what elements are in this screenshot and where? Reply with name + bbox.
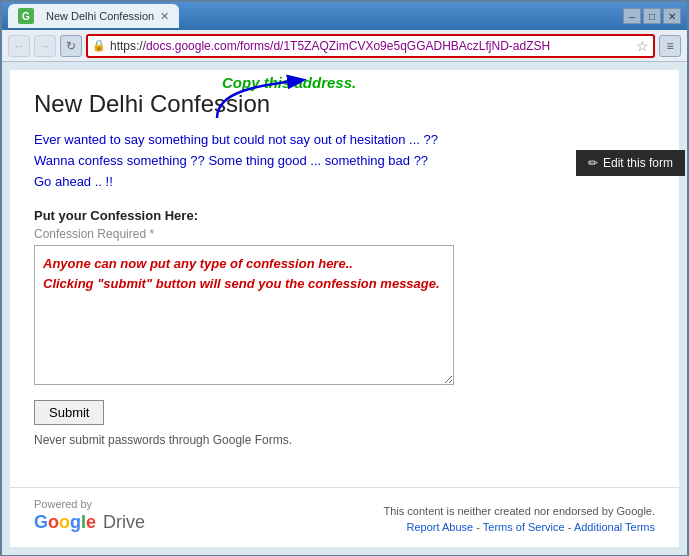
google-e: e [86,512,96,532]
description-line2: Wanna confess something ?? Some thing go… [34,151,655,172]
terms-link[interactable]: Terms of Service [483,521,565,533]
field-sublabel: Confession Required * [34,227,655,241]
nav-bar: ← → ↻ 🔒 https://docs.google.com/forms/d/… [2,30,687,62]
footer-link-row: Report Abuse - Terms of Service - Additi… [384,521,656,533]
title-bar: G New Delhi Confession ✕ – □ ✕ [2,2,687,30]
form-title: New Delhi Confession [34,90,655,118]
form-area: New Delhi Confession Ever wanted to say … [10,70,679,487]
window-controls: – □ ✕ [623,8,681,24]
page-content-area: ✏ Edit this form Copy this address. New … [2,62,687,555]
lock-icon: 🔒 [92,39,106,52]
minimize-btn[interactable]: – [623,8,641,24]
google-o2: o [59,512,70,532]
tab-favicon: G [18,8,34,24]
address-bar[interactable]: 🔒 https://docs.google.com/forms/d/1T5ZAQ… [86,34,655,58]
browser-window: G New Delhi Confession ✕ – □ ✕ ← → ↻ 🔒 h… [0,0,689,556]
field-label: Put your Confession Here: [34,208,655,223]
google-logo-text: Google [34,512,96,533]
footer-disclaimer: This content is neither created nor endo… [384,505,656,517]
drive-text: Drive [98,512,145,533]
confession-textarea[interactable]: Anyone can now put any type of confessio… [34,245,454,385]
forward-btn[interactable]: → [34,35,56,57]
url-text: docs.google.com/forms/d/1T5ZAQZimCVXo9e5… [146,39,550,53]
back-btn[interactable]: ← [8,35,30,57]
maximize-btn[interactable]: □ [643,8,661,24]
bookmark-star-icon[interactable]: ☆ [636,38,649,54]
close-btn[interactable]: ✕ [663,8,681,24]
form-description: Ever wanted to say something but could n… [34,130,655,192]
edit-form-label: Edit this form [603,156,673,170]
submit-button[interactable]: Submit [34,400,104,425]
refresh-btn[interactable]: ↻ [60,35,82,57]
browser-tab[interactable]: G New Delhi Confession ✕ [8,4,179,28]
footer-links: This content is neither created nor endo… [384,505,656,533]
powered-by-text: Powered by [34,498,145,510]
never-submit-text: Never submit passwords through Google Fo… [34,433,655,447]
menu-btn[interactable]: ≡ [659,35,681,57]
google-drive-logo: Google Drive [34,512,145,533]
protocol-text: https:// [110,39,146,53]
google-g: G [34,512,48,532]
description-line3: Go ahead .. !! [34,172,655,193]
address-text: https://docs.google.com/forms/d/1T5ZAQZi… [110,39,636,53]
edit-form-button[interactable]: ✏ Edit this form [576,150,685,176]
description-line1: Ever wanted to say something but could n… [34,130,655,151]
google-g2: g [70,512,81,532]
tab-close-btn[interactable]: ✕ [160,10,169,23]
report-abuse-link[interactable]: Report Abuse [407,521,474,533]
tab-title: New Delhi Confession [46,10,154,22]
google-o1: o [48,512,59,532]
additional-terms-link[interactable]: Additional Terms [574,521,655,533]
pencil-icon: ✏ [588,156,598,170]
footer: Powered by Google Drive This content is … [10,487,679,547]
powered-by-section: Powered by Google Drive [34,498,145,533]
